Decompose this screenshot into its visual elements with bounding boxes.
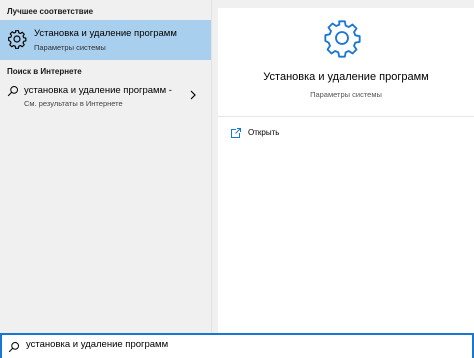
best-match-heading: Лучшее соответствие xyxy=(7,7,94,16)
open-action[interactable]: Открыть xyxy=(230,127,350,141)
gear-icon xyxy=(324,20,361,58)
pane-divider xyxy=(211,0,212,333)
web-search-heading: Поиск в Интернете xyxy=(7,67,82,76)
best-match-item[interactable]: Установка и удаление программ Параметры … xyxy=(0,20,211,60)
detail-subtitle: Параметры системы xyxy=(310,90,382,99)
web-result-subtitle: См. результаты в Интернете xyxy=(24,99,123,108)
best-match-title: Установка и удаление программ xyxy=(34,28,177,39)
gear-icon xyxy=(8,30,27,49)
web-search-result[interactable]: установка и удаление программ - См. резу… xyxy=(0,80,211,112)
search-icon xyxy=(7,86,18,97)
open-window-icon xyxy=(231,128,241,138)
search-input[interactable]: установка и удаление программ xyxy=(26,339,168,350)
chevron-right-icon[interactable] xyxy=(190,90,196,100)
web-result-title: установка и удаление программ - xyxy=(24,85,172,96)
search-icon xyxy=(8,342,19,353)
detail-title: Установка и удаление программ xyxy=(263,71,429,83)
detail-pane: Установка и удаление программ Параметры … xyxy=(218,8,474,333)
best-match-subtitle: Параметры системы xyxy=(34,43,106,52)
search-bar[interactable]: установка и удаление программ xyxy=(0,333,474,358)
detail-divider xyxy=(218,116,474,117)
results-pane: Лучшее соответствие Установка и удаление… xyxy=(0,0,211,333)
open-action-label: Открыть xyxy=(248,128,280,137)
